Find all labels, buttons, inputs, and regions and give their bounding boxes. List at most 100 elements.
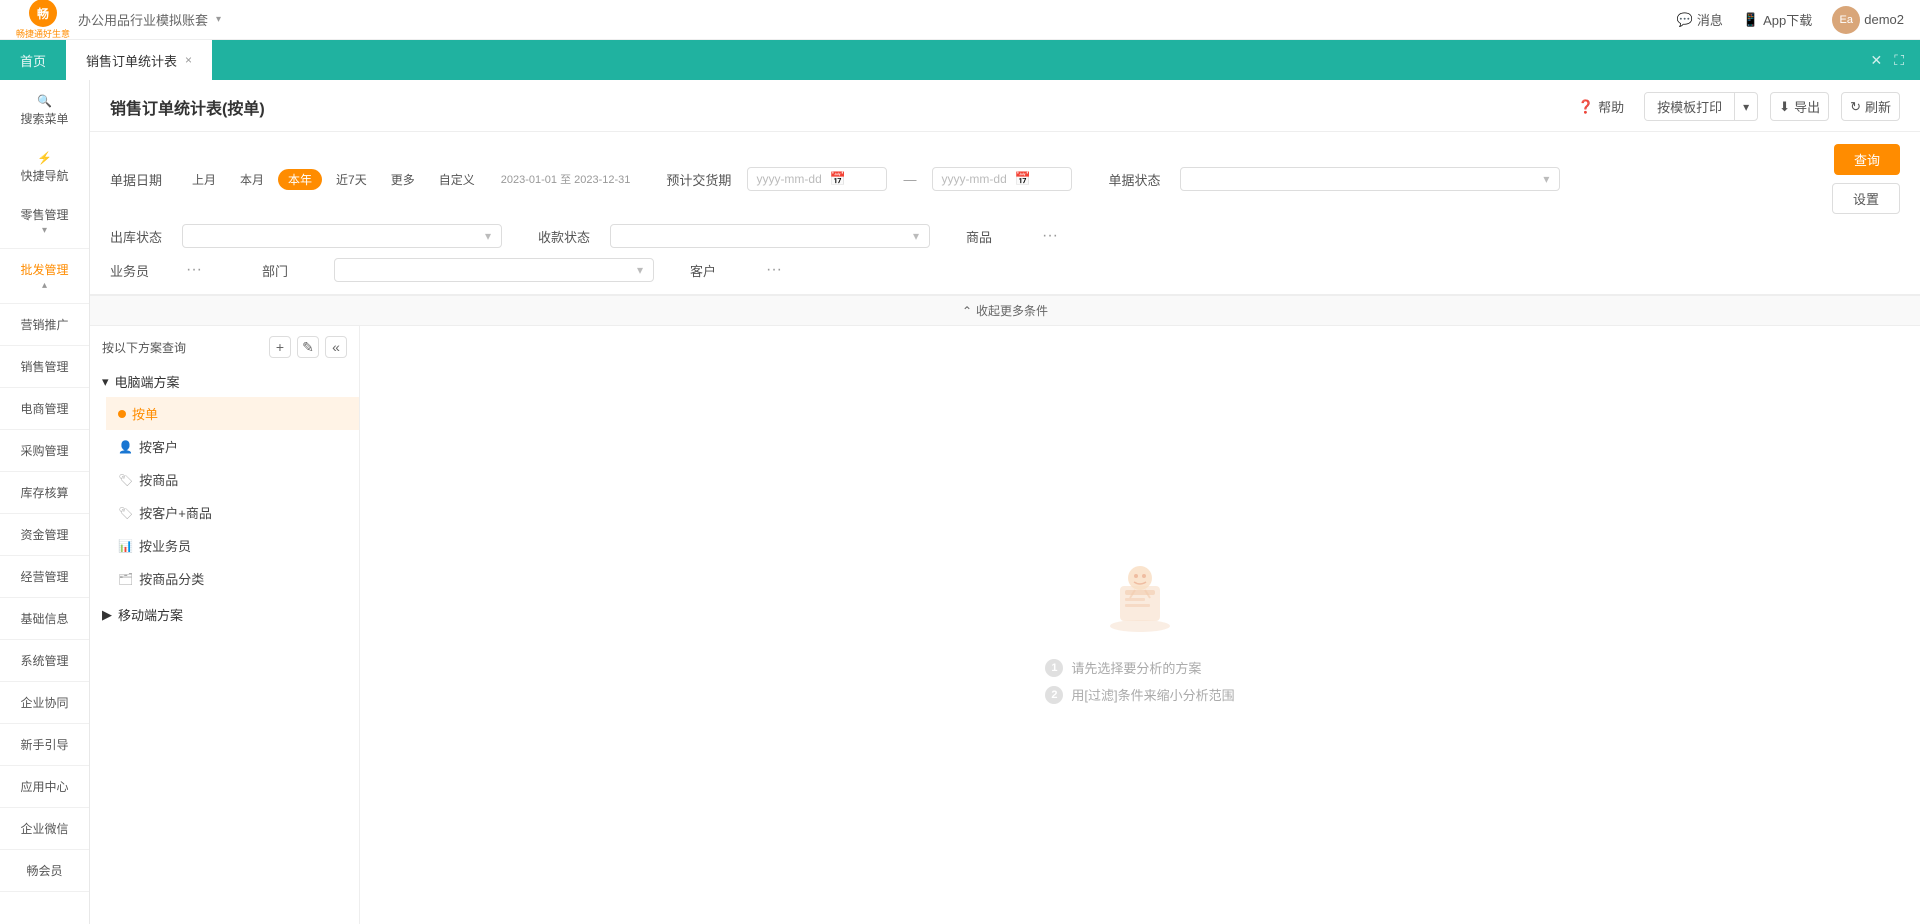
nav-icon: ⚡	[37, 151, 52, 165]
date-btn-last-month[interactable]: 上月	[182, 169, 226, 190]
delivery-date-start[interactable]: yyyy-mm-dd 📅	[747, 167, 887, 191]
left-panel: 按以下方案查询 + ✎ « ▾ 电脑端方案 按单 👤 按客	[90, 326, 360, 924]
refresh-icon: ↻	[1850, 99, 1861, 115]
ship-status-select[interactable]: ▾	[182, 224, 502, 248]
top-bar: 畅 畅捷通好生意 办公用品行业模拟账套 ▾ 💬 消息 📱 App下载 Ea de…	[0, 0, 1920, 40]
customer-input-dots[interactable]: ···	[762, 261, 786, 279]
delivery-date-label: 预计交货期	[666, 170, 731, 189]
tree-mobile-section: ▶ 移动端方案	[90, 599, 359, 630]
sidebar-item-operation[interactable]: 经营管理	[0, 556, 89, 598]
sidebar-item-inventory[interactable]: 库存核算	[0, 472, 89, 514]
sidebar-search[interactable]: 🔍 搜索菜单	[0, 80, 89, 137]
sidebar-item-sales[interactable]: 销售管理	[0, 346, 89, 388]
content-area: 销售订单统计表(按单) ❓ 帮助 按模板打印 ▾ ⬇ 导出	[90, 80, 1920, 924]
avatar: Ea	[1832, 6, 1860, 34]
sidebar-item-member[interactable]: 畅会员	[0, 850, 89, 892]
sidebar-item-marketing[interactable]: 营销推广	[0, 304, 89, 346]
panel-collapse-btn[interactable]: «	[325, 336, 347, 358]
sidebar-item-purchase[interactable]: 采购管理	[0, 430, 89, 472]
tree-pc-section: ▾ 电脑端方案	[90, 366, 359, 397]
tree-mobile-expand-icon: ▶	[102, 607, 112, 623]
date-separator: —	[903, 172, 916, 187]
date-btn-this-year[interactable]: 本年	[278, 169, 322, 190]
sidebar-item-corp-wechat[interactable]: 企业微信	[0, 808, 89, 850]
filter-row-2: 出库状态 ▾ 收款状态 ▾ 商品 ···	[110, 224, 1900, 248]
tree-item-by-goods[interactable]: 🏷 按商品	[106, 463, 359, 496]
salesman-input-dots[interactable]: ···	[182, 261, 206, 279]
delivery-date-end[interactable]: yyyy-mm-dd 📅	[932, 167, 1072, 191]
sidebar-item-ecommerce[interactable]: 电商管理	[0, 388, 89, 430]
ship-status-label: 出库状态	[110, 227, 166, 246]
tab-close-btn[interactable]: ×	[185, 53, 192, 67]
sidebar-item-newbie[interactable]: 新手引导	[0, 724, 89, 766]
logo-icon: 畅	[29, 0, 57, 27]
tree-item-by-customer[interactable]: 👤 按客户	[106, 430, 359, 463]
panel-add-btn[interactable]: +	[269, 336, 291, 358]
export-btn[interactable]: ⬇ 导出	[1770, 92, 1829, 121]
sidebar-quick-nav[interactable]: ⚡ 快捷导航	[0, 137, 89, 194]
print-dropdown-btn[interactable]: ▾	[1735, 96, 1757, 118]
collapse-icon: ⌃	[962, 304, 972, 318]
help-btn[interactable]: ❓ 帮助	[1570, 93, 1632, 120]
search-icon: 🔍	[37, 94, 52, 108]
goods-input-dots[interactable]: ···	[1038, 227, 1062, 245]
filter-panel: 单据日期 上月 本月 本年 近7天 更多 自定义 2023-01-01 至 20…	[90, 132, 1920, 295]
date-btn-last-7[interactable]: 近7天	[326, 169, 377, 190]
doc-status-select[interactable]: ▾	[1180, 167, 1560, 191]
app-download-btn[interactable]: 📱 App下载	[1743, 10, 1812, 29]
sidebar-item-system[interactable]: 系统管理	[0, 640, 89, 682]
logo-area: 畅 畅捷通好生意	[16, 0, 70, 40]
collapse-bar[interactable]: ⌃ 收起更多条件	[90, 295, 1920, 326]
sidebar-item-corp-collab[interactable]: 企业协同	[0, 682, 89, 724]
date-btn-this-month[interactable]: 本月	[230, 169, 274, 190]
help-icon: ❓	[1578, 99, 1594, 115]
sidebar-item-wholesale[interactable]: 批发管理 ▴	[0, 249, 89, 304]
pay-status-label: 收款状态	[538, 227, 594, 246]
tree-item-by-cust-goods[interactable]: 🏷 按客户+商品	[106, 496, 359, 529]
panel-title: 按以下方案查询	[102, 339, 263, 356]
main-layout: 🔍 搜索菜单 ⚡ 快捷导航 零售管理 ▾ 批发管理 ▴ 营销推广 销售管理 电商…	[0, 80, 1920, 924]
print-btn[interactable]: 按模板打印	[1645, 93, 1735, 120]
date-btn-more[interactable]: 更多	[381, 169, 425, 190]
tab-sales-order-stat[interactable]: 销售订单统计表 ×	[66, 40, 212, 80]
settings-btn[interactable]: 设置	[1832, 183, 1900, 214]
tree-expand-icon: ▾	[102, 374, 109, 390]
main-body: 按以下方案查询 + ✎ « ▾ 电脑端方案 按单 👤 按客	[90, 326, 1920, 924]
tab-home[interactable]: 首页	[0, 40, 66, 80]
sidebar-item-retail[interactable]: 零售管理 ▾	[0, 194, 89, 249]
page-header: 销售订单统计表(按单) ❓ 帮助 按模板打印 ▾ ⬇ 导出	[90, 80, 1920, 132]
tree-item-by-staff[interactable]: 📊 按业务员	[106, 529, 359, 562]
header-actions: ❓ 帮助 按模板打印 ▾ ⬇ 导出 ↻ 刷新	[1570, 92, 1900, 121]
tree-children: 按单 👤 按客户 🏷 按商品 🏷 按客户+商品 �	[90, 397, 359, 595]
goods-icon: 🏷	[118, 473, 133, 487]
empty-tip-1: 1 请先选择要分析的方案	[1045, 658, 1234, 677]
tree-item-by-order[interactable]: 按单	[106, 397, 359, 430]
filter-row-3: 业务员 ··· 部门 ▾ 客户 ···	[110, 258, 1900, 282]
search-btn[interactable]: 查询	[1834, 144, 1900, 175]
active-dot-icon	[118, 410, 126, 418]
download-icon: 📱	[1743, 12, 1759, 28]
logo-text: 畅捷通好生意	[16, 27, 70, 40]
page-title-row: 销售订单统计表(按单) ❓ 帮助 按模板打印 ▾ ⬇ 导出	[110, 92, 1900, 131]
pay-status-select[interactable]: ▾	[610, 224, 930, 248]
sidebar-item-basic[interactable]: 基础信息	[0, 598, 89, 640]
panel-edit-btn[interactable]: ✎	[297, 336, 319, 358]
window-controls: ✕ ⛶	[1870, 52, 1920, 69]
message-btn[interactable]: 💬 消息	[1677, 10, 1723, 29]
window-expand-btn[interactable]: ⛶	[1894, 52, 1904, 69]
sidebar-item-app-center[interactable]: 应用中心	[0, 766, 89, 808]
tree-item-by-category[interactable]: 🗂 按商品分类	[106, 562, 359, 595]
calendar-icon-start: 📅	[830, 171, 846, 187]
refresh-btn[interactable]: ↻ 刷新	[1841, 92, 1900, 121]
window-close-btn[interactable]: ✕	[1870, 52, 1882, 69]
combo-icon: 🏷	[118, 506, 133, 520]
date-btn-custom[interactable]: 自定义	[429, 169, 485, 190]
sidebar: 🔍 搜索菜单 ⚡ 快捷导航 零售管理 ▾ 批发管理 ▴ 营销推广 销售管理 电商…	[0, 80, 90, 924]
category-icon: 🗂	[118, 572, 133, 586]
app-title-dropdown[interactable]: ▾	[216, 14, 221, 25]
user-menu[interactable]: Ea demo2	[1832, 6, 1904, 34]
dept-select[interactable]: ▾	[334, 258, 654, 282]
date-label: 单据日期	[110, 170, 166, 189]
sidebar-item-finance[interactable]: 资金管理	[0, 514, 89, 556]
top-bar-right: 💬 消息 📱 App下载 Ea demo2	[1677, 6, 1904, 34]
